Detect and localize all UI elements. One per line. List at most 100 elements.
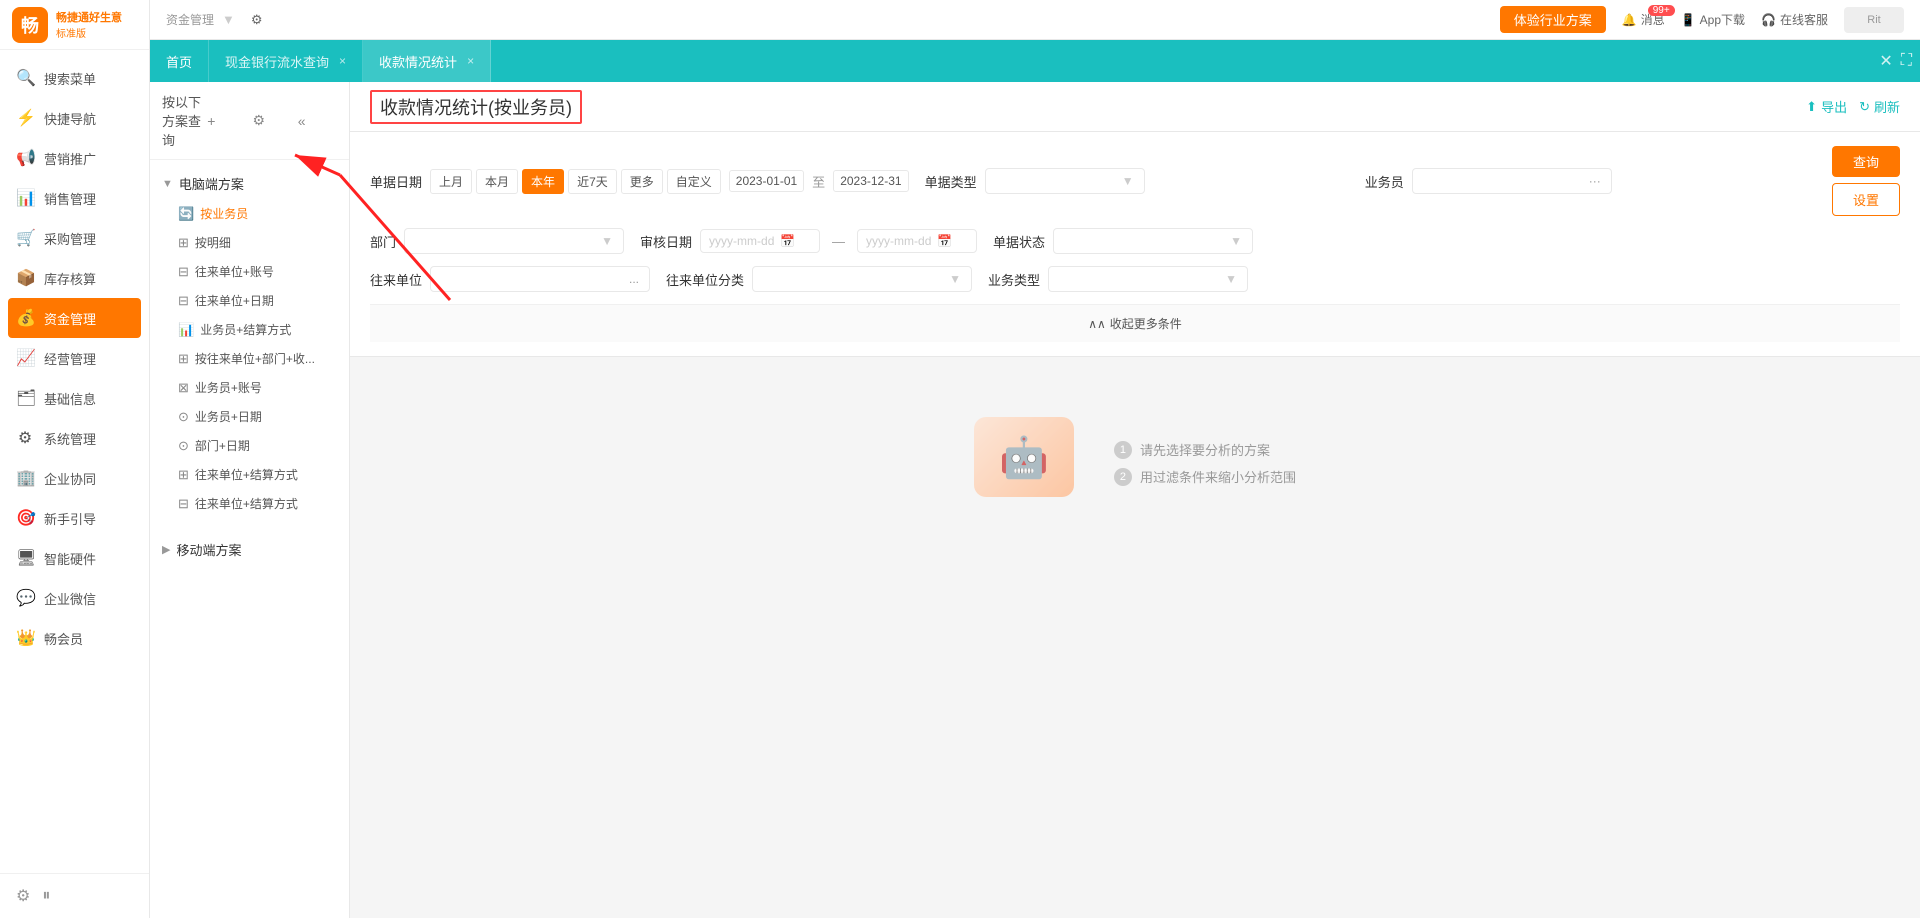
partner-select[interactable]: ... bbox=[430, 266, 650, 292]
tab-label-receipt: 收款情况统计 bbox=[379, 52, 457, 71]
sidebar-item-system[interactable]: ⚙ 系统管理 bbox=[0, 418, 149, 458]
sidebar-item-operation[interactable]: 📈 经营管理 bbox=[0, 338, 149, 378]
tree-item-unit-dept-receipt[interactable]: ⊞ 按往来单位+部门+收... bbox=[150, 344, 349, 373]
salesman-select[interactable]: ··· bbox=[1412, 168, 1612, 194]
mobile-schemes: ▶ 移动端方案 bbox=[150, 526, 349, 573]
tree-item-unit-date[interactable]: ⊟ 往来单位+日期 bbox=[150, 286, 349, 315]
doc-status-chevron: ▼ bbox=[1230, 234, 1242, 248]
scheme-settings-icon[interactable]: ⚙ bbox=[253, 112, 292, 129]
system-icon: ⚙ bbox=[16, 428, 34, 448]
date-filter-group: 上月本月本年近7天更多自定义 bbox=[430, 169, 721, 194]
settings-bottom-icon[interactable]: ⚙ bbox=[16, 886, 30, 906]
doc-status-label: 单据状态 bbox=[993, 232, 1045, 251]
sidebar-item-search[interactable]: 🔍 搜索菜单 bbox=[0, 58, 149, 98]
collapse-panel-icon[interactable]: « bbox=[298, 113, 337, 129]
tree-item-dept-date[interactable]: ⊙ 部门+日期 bbox=[150, 431, 349, 460]
doc-status-select[interactable]: ▼ bbox=[1053, 228, 1253, 254]
tip-num-2: 2 bbox=[1114, 468, 1132, 486]
date-tab-上月[interactable]: 上月 bbox=[430, 169, 472, 194]
date-tab-自定义[interactable]: 自定义 bbox=[667, 169, 721, 194]
trial-button[interactable]: 体验行业方案 bbox=[1500, 6, 1606, 33]
sidebar-item-basic[interactable]: 🗂 基础信息 bbox=[0, 378, 149, 418]
tree-label-salesman-settle: 业务员+结算方式 bbox=[200, 321, 291, 338]
collapse-bar[interactable]: ∧∧ 收起更多条件 bbox=[370, 304, 1900, 342]
logo-area: 畅 畅捷通好生意 标准版 bbox=[0, 0, 149, 50]
partner-more-icon[interactable]: ... bbox=[629, 272, 639, 286]
salesman-label: 业务员 bbox=[1365, 172, 1404, 191]
doc-type-select[interactable]: ▼ bbox=[985, 168, 1145, 194]
tab-close-receipt[interactable]: × bbox=[467, 54, 474, 68]
desktop-section-title[interactable]: ▼ 电脑端方案 bbox=[150, 168, 349, 199]
date-end-input[interactable]: 2023-12-31 bbox=[833, 170, 908, 192]
sidebar-item-finance[interactable]: 💰 资金管理 bbox=[8, 298, 141, 338]
tab-close-bank[interactable]: × bbox=[339, 54, 346, 68]
sidebar-item-quicknav[interactable]: ⚡ 快捷导航 bbox=[0, 98, 149, 138]
export-button[interactable]: ⬆ 导出 bbox=[1806, 97, 1847, 116]
salesman-more-icon[interactable]: ··· bbox=[1589, 174, 1601, 188]
sidebar-nav: 🔍 搜索菜单 ⚡ 快捷导航 📢 营销推广 📊 销售管理 🛒 采购管理 📦 库存核… bbox=[0, 50, 149, 873]
page-settings-icon[interactable]: ⚙ bbox=[251, 12, 263, 28]
tab-bank[interactable]: 现金银行流水查询 × bbox=[209, 40, 363, 82]
tree-item-unit-settle1[interactable]: ⊞ 往来单位+结算方式 bbox=[150, 460, 349, 489]
breadcrumb: 资金管理 bbox=[166, 11, 214, 28]
mobile-section-title[interactable]: ▶ 移动端方案 bbox=[150, 534, 349, 565]
date-filter-item: 单据日期 上月本月本年近7天更多自定义 2023-01-01 至 2023-12… bbox=[370, 169, 909, 194]
review-date-start[interactable]: yyyy-mm-dd 📅 bbox=[700, 229, 820, 253]
review-date-end[interactable]: yyyy-mm-dd 📅 bbox=[857, 229, 977, 253]
date-start-input[interactable]: 2023-01-01 bbox=[729, 170, 804, 192]
partner-category-select[interactable]: ▼ bbox=[752, 266, 972, 292]
sidebar-item-inventory[interactable]: 📦 库存核算 bbox=[0, 258, 149, 298]
member-icon: 👑 bbox=[16, 628, 34, 648]
sidebar-label-operation: 经营管理 bbox=[44, 349, 96, 368]
tree-item-salesman-account[interactable]: ⊠ 业务员+账号 bbox=[150, 373, 349, 402]
tree-item-unit-settle2[interactable]: ⊟ 往来单位+结算方式 bbox=[150, 489, 349, 518]
close-all-tabs-icon[interactable]: ✕ bbox=[1879, 51, 1892, 71]
sidebar-item-sales[interactable]: 📊 销售管理 bbox=[0, 178, 149, 218]
sidebar-item-marketing[interactable]: 📢 营销推广 bbox=[0, 138, 149, 178]
date-tab-本月[interactable]: 本月 bbox=[476, 169, 518, 194]
tab-receipt[interactable]: 收款情况统计 × bbox=[363, 40, 491, 82]
sidebar-label-sales: 销售管理 bbox=[44, 189, 96, 208]
date-tab-近7天[interactable]: 近7天 bbox=[568, 169, 617, 194]
dept-select[interactable]: ▼ bbox=[404, 228, 624, 254]
settings-button[interactable]: 设置 bbox=[1832, 183, 1900, 216]
partner-category-filter: 往来单位分类 ▼ bbox=[666, 266, 972, 292]
sidebar-item-purchase[interactable]: 🛒 采购管理 bbox=[0, 218, 149, 258]
sidebar-item-enterprise[interactable]: 🏢 企业协同 bbox=[0, 458, 149, 498]
pause-bottom-icon[interactable]: ⏸ bbox=[42, 887, 50, 905]
tab-label-home: 首页 bbox=[166, 52, 192, 71]
export-icon: ⬆ bbox=[1806, 99, 1817, 115]
tab-home[interactable]: 首页 bbox=[150, 40, 209, 82]
unit-settle1-icon: ⊞ bbox=[178, 467, 189, 483]
tree-label-by-salesman: 按业务员 bbox=[200, 205, 248, 222]
tree-label-unit-account: 往来单位+账号 bbox=[195, 263, 274, 280]
main-wrapper: 资金管理 ▼ ⚙ 体验行业方案 🔔 消息 99+ 📱 App下载 🎧 在线客服 … bbox=[150, 40, 1920, 918]
filter-row-1: 单据日期 上月本月本年近7天更多自定义 2023-01-01 至 2023-12… bbox=[370, 146, 1900, 216]
breadcrumb-area: 资金管理 ▼ ⚙ bbox=[166, 11, 1500, 28]
tree-item-by-salesman[interactable]: 🔄 按业务员 bbox=[150, 199, 349, 228]
maximize-icon[interactable]: ⛶ bbox=[1901, 52, 1912, 70]
tabs-right-actions: ✕ ⛶ bbox=[1879, 51, 1920, 71]
sidebar-item-hardware[interactable]: 🖥 智能硬件 bbox=[0, 538, 149, 578]
guide-icon: 🎯 bbox=[16, 508, 34, 528]
message-area[interactable]: 🔔 消息 99+ bbox=[1622, 11, 1665, 28]
page-title: 收款情况统计(按业务员) bbox=[370, 90, 582, 124]
query-button[interactable]: 查询 bbox=[1832, 146, 1900, 177]
date-tab-更多[interactable]: 更多 bbox=[621, 169, 663, 194]
biz-type-select[interactable]: ▼ bbox=[1048, 266, 1248, 292]
tree-item-by-detail[interactable]: ⊞ 按明细 bbox=[150, 228, 349, 257]
date-tab-本年[interactable]: 本年 bbox=[522, 169, 564, 194]
add-scheme-icon[interactable]: + bbox=[207, 113, 246, 129]
calendar-end-icon: 📅 bbox=[937, 234, 952, 248]
tree-item-unit-account[interactable]: ⊟ 往来单位+账号 bbox=[150, 257, 349, 286]
tree-item-salesman-date[interactable]: ⊙ 业务员+日期 bbox=[150, 402, 349, 431]
user-avatar[interactable]: Rit bbox=[1844, 7, 1904, 33]
online-service-area[interactable]: 🎧 在线客服 bbox=[1761, 11, 1828, 28]
sidebar-item-guide[interactable]: 🎯 新手引导 bbox=[0, 498, 149, 538]
tree-item-salesman-settle[interactable]: 📊 业务员+结算方式 bbox=[150, 315, 349, 344]
sidebar-item-wechat[interactable]: 💬 企业微信 bbox=[0, 578, 149, 618]
refresh-button[interactable]: ↻ 刷新 bbox=[1859, 97, 1900, 116]
app-download-area[interactable]: 📱 App下载 bbox=[1681, 11, 1745, 28]
sidebar-item-member[interactable]: 👑 畅会员 bbox=[0, 618, 149, 658]
tab-label-bank: 现金银行流水查询 bbox=[225, 52, 329, 71]
